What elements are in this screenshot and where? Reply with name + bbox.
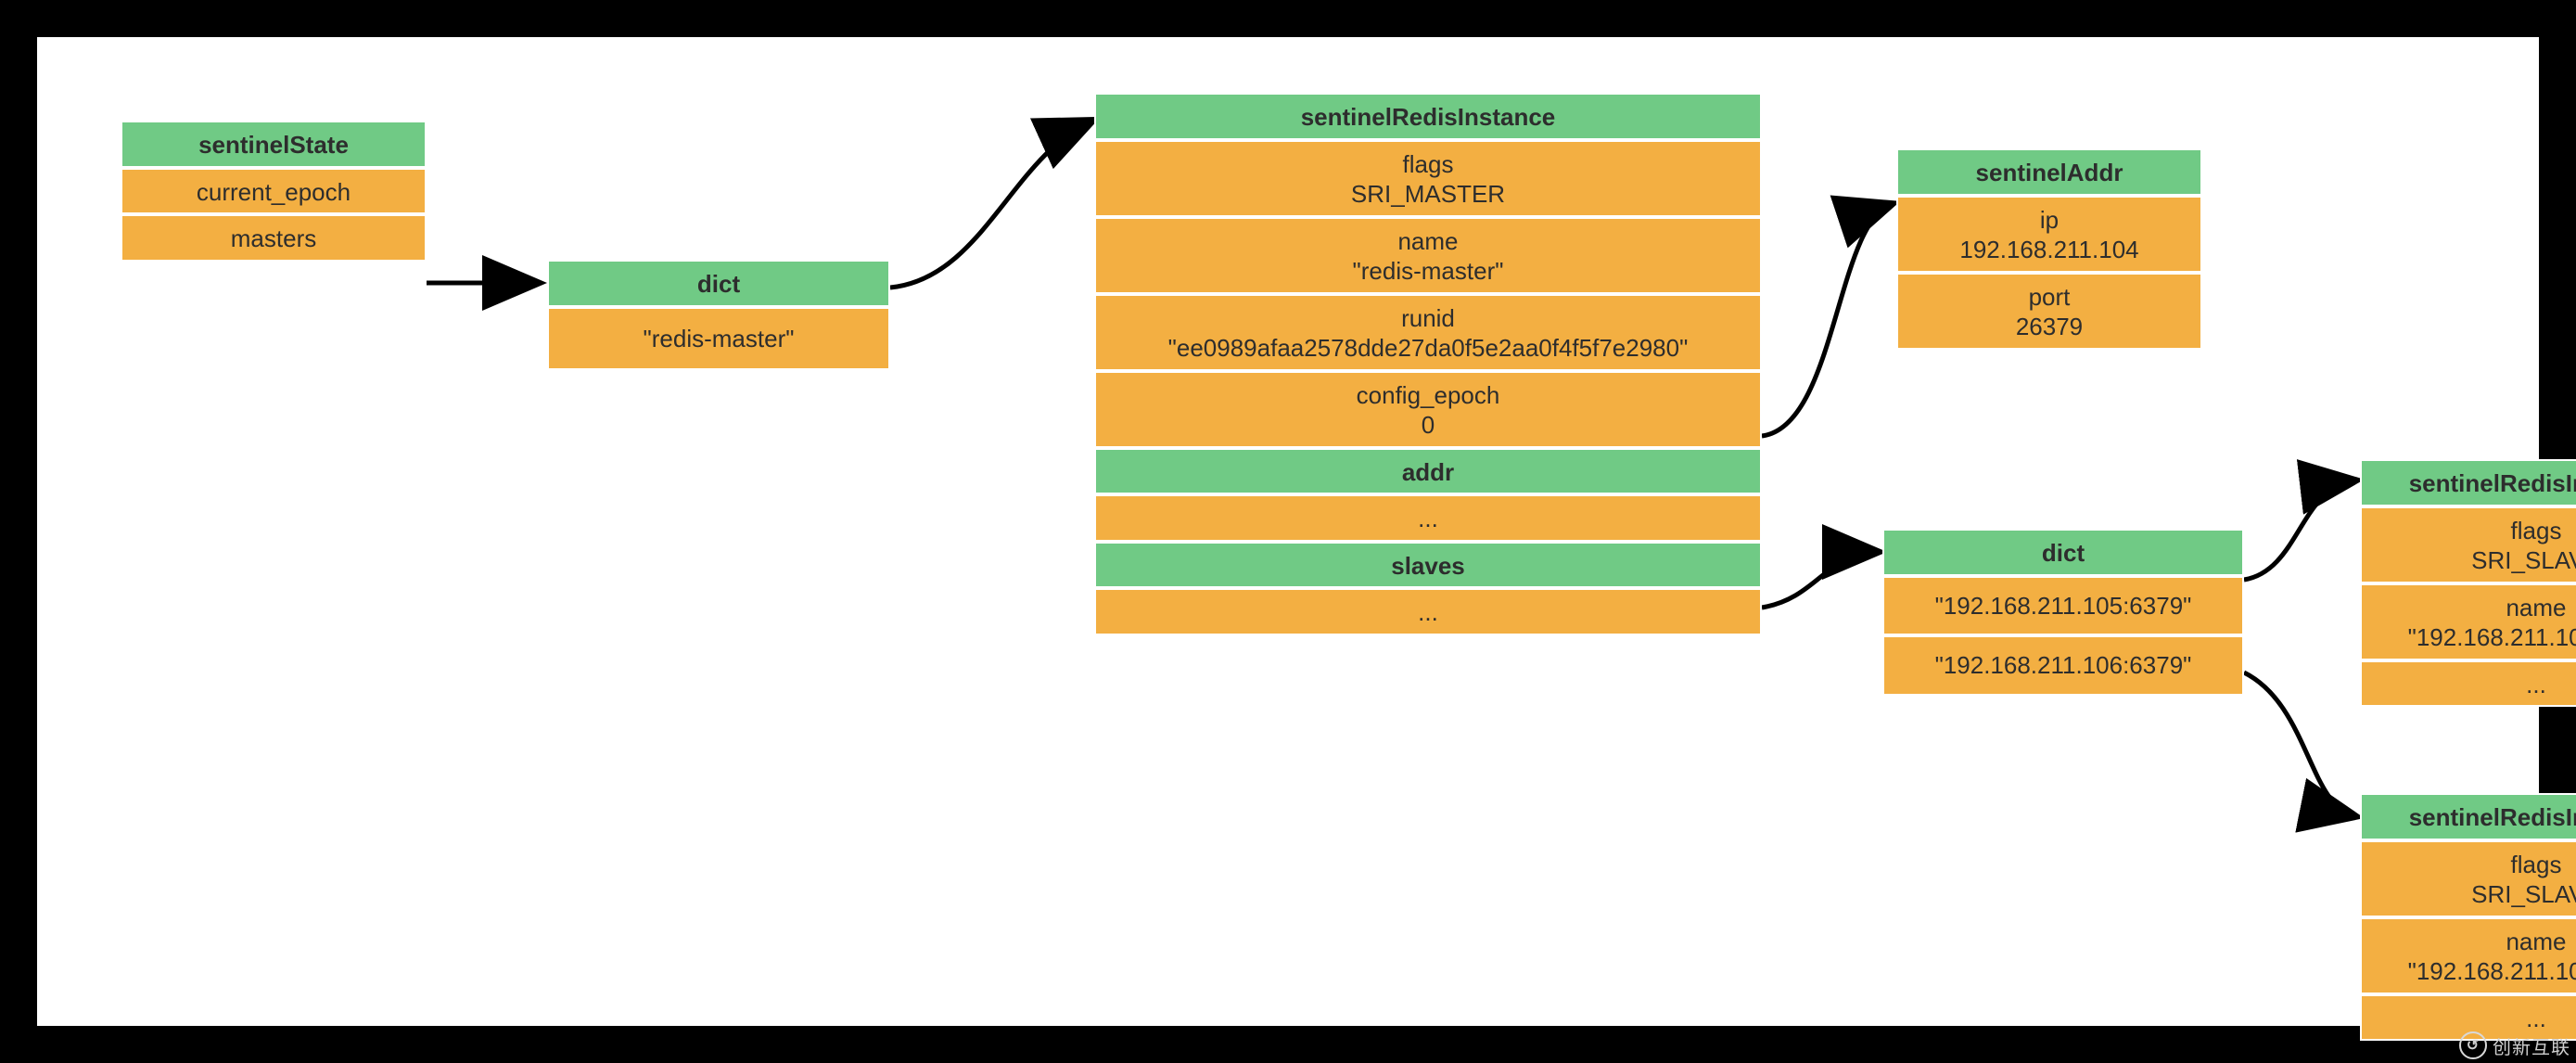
watermark: ↺ 创新互联	[2459, 1031, 2570, 1059]
port-value: 26379	[1902, 312, 2197, 342]
instance-master-addr: addr	[1094, 448, 1762, 495]
sentinel-state-current-epoch: current_epoch	[121, 168, 427, 215]
instance-slave2-title: sentinelRedisInstance	[2360, 793, 2576, 840]
instance-master-box: sentinelRedisInstance flags SRI_MASTER n…	[1094, 93, 1762, 635]
dict-slaves-title: dict	[1882, 529, 2244, 576]
port-label: port	[1902, 282, 2197, 313]
instance-slave1-name: name "192.168.211.106:6379"	[2360, 583, 2576, 660]
instance-master-slaves: slaves	[1094, 542, 1762, 589]
slave1-flags-value: SRI_SLAVE	[2366, 545, 2576, 576]
slave2-flags-label: flags	[2366, 850, 2576, 880]
instance-master-runid: runid "ee0989afaa2578dde27da0f5e2aa0f4f5…	[1094, 294, 1762, 371]
instance-master-title: sentinelRedisInstance	[1094, 93, 1762, 140]
sentinel-addr-box: sentinelAddr ip 192.168.211.104 port 263…	[1896, 148, 2202, 350]
slave1-name-label: name	[2366, 593, 2576, 623]
dict-masters-entry: "redis-master"	[547, 307, 890, 371]
dict-masters-box: dict "redis-master"	[547, 260, 890, 370]
instance-slave2-box: sentinelRedisInstance flags SRI_SLAVE na…	[2360, 793, 2576, 1041]
instance-slave2-name: name "192.168.211.105:6379"	[2360, 917, 2576, 994]
sentinel-state-box: sentinelState current_epoch masters	[121, 121, 427, 262]
watermark-icon: ↺	[2459, 1031, 2487, 1059]
instance-master-flags: flags SRI_MASTER	[1094, 140, 1762, 217]
slave2-name-value: "192.168.211.105:6379"	[2366, 956, 2576, 987]
dict-slaves-entry-1: "192.168.211.105:6379"	[1882, 576, 2244, 636]
dict-slaves-box: dict "192.168.211.105:6379" "192.168.211…	[1882, 529, 2244, 696]
slave1-flags-label: flags	[2366, 516, 2576, 546]
instance-master-name: name "redis-master"	[1094, 217, 1762, 294]
dict-slaves-entry-2: "192.168.211.106:6379"	[1882, 635, 2244, 696]
instance-slave1-box: sentinelRedisInstance flags SRI_SLAVE na…	[2360, 459, 2576, 707]
sentinel-state-title: sentinelState	[121, 121, 427, 168]
sentinel-state-masters: masters	[121, 214, 427, 262]
sentinel-addr-title: sentinelAddr	[1896, 148, 2202, 196]
instance-slave2-flags: flags SRI_SLAVE	[2360, 840, 2576, 917]
name-value: "redis-master"	[1100, 256, 1756, 287]
watermark-text: 创新互联	[2493, 1032, 2570, 1059]
sentinel-addr-port: port 26379	[1896, 273, 2202, 350]
runid-value: "ee0989afaa2578dde27da0f5e2aa0f4f5f7e298…	[1100, 333, 1756, 364]
config-epoch-label: config_epoch	[1100, 380, 1756, 411]
slave1-name-value: "192.168.211.106:6379"	[2366, 622, 2576, 653]
flags-value: SRI_MASTER	[1100, 179, 1756, 210]
diagram-canvas: sentinelState current_epoch masters dict…	[37, 37, 2539, 1026]
flags-label: flags	[1100, 149, 1756, 180]
instance-master-config-epoch: config_epoch 0	[1094, 371, 1762, 448]
instance-slave1-title: sentinelRedisInstance	[2360, 459, 2576, 506]
instance-master-dots1: ...	[1094, 494, 1762, 542]
instance-slave1-dots: ...	[2360, 660, 2576, 708]
ip-value: 192.168.211.104	[1902, 235, 2197, 265]
sentinel-addr-ip: ip 192.168.211.104	[1896, 196, 2202, 273]
slave2-flags-value: SRI_SLAVE	[2366, 879, 2576, 910]
config-epoch-value: 0	[1100, 410, 1756, 441]
name-label: name	[1100, 226, 1756, 257]
instance-master-dots2: ...	[1094, 588, 1762, 635]
dict-masters-title: dict	[547, 260, 890, 307]
ip-label: ip	[1902, 205, 2197, 236]
runid-label: runid	[1100, 303, 1756, 334]
slave2-name-label: name	[2366, 927, 2576, 957]
instance-slave1-flags: flags SRI_SLAVE	[2360, 506, 2576, 583]
